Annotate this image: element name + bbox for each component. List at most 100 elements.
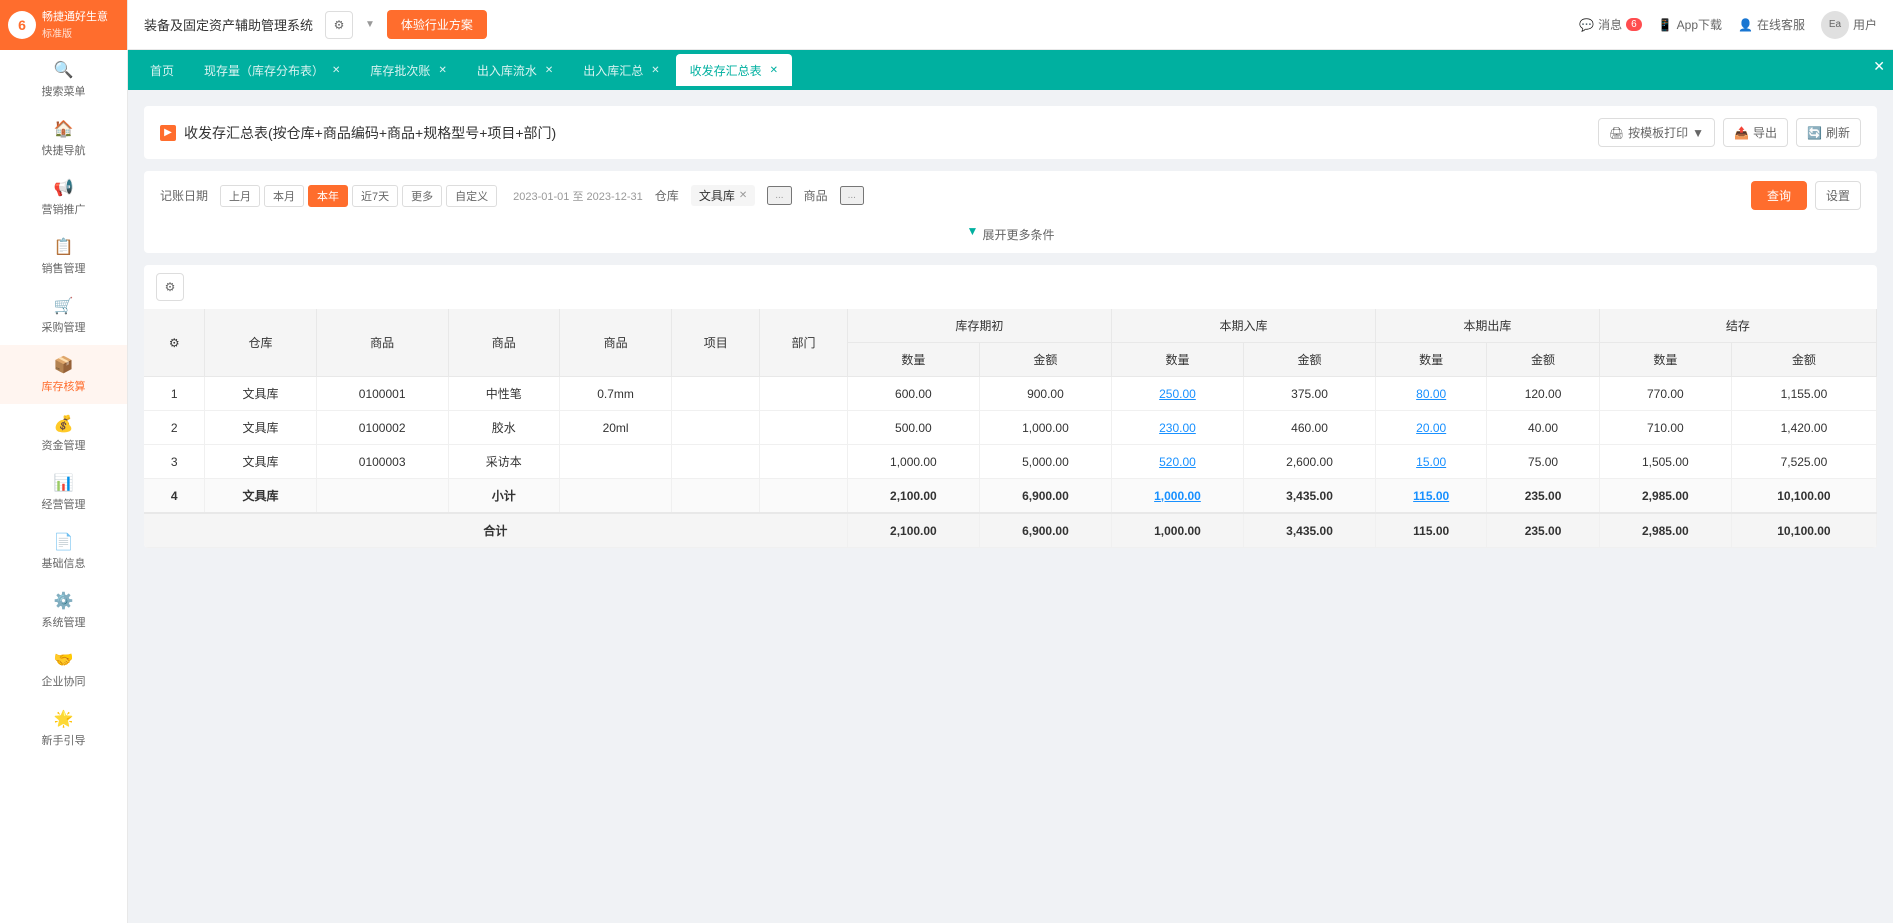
user-label: 用户 <box>1853 16 1877 33</box>
tab-stock-dist-close[interactable]: ✕ <box>332 65 340 76</box>
date-btn-7days[interactable]: 近7天 <box>352 185 398 207</box>
cell-spec: 0.7mm <box>559 377 671 411</box>
tab-inout-summary-close[interactable]: ✕ <box>651 65 659 76</box>
tab-batch-close[interactable]: ✕ <box>438 65 446 76</box>
cell-index: 4 <box>144 479 205 514</box>
total-in-qty: 1,000.00 <box>1111 513 1243 548</box>
dropdown-arrow-icon: ▼ <box>365 19 375 30</box>
sidebar-item-enterprise[interactable]: 🤝 企业协同 <box>0 640 127 699</box>
date-btn-custom[interactable]: 自定义 <box>446 185 497 207</box>
query-button[interactable]: 查询 <box>1751 181 1807 210</box>
cell-out-amt: 75.00 <box>1487 445 1600 479</box>
goods-more-button[interactable]: ... <box>840 186 864 205</box>
marketing-icon: 📢 <box>54 178 74 198</box>
cell-out-qty[interactable]: 115.00 <box>1376 479 1487 514</box>
tab-inout-flow-label: 出入库流水 <box>477 62 537 79</box>
tab-bar-close-button[interactable]: ✕ <box>1873 58 1885 75</box>
date-btn-this-month[interactable]: 本月 <box>264 185 304 207</box>
cell-project <box>672 445 760 479</box>
sidebar-item-marketing[interactable]: 📢 营销推广 <box>0 168 127 227</box>
col-project: 项目 <box>672 309 760 377</box>
service-icon: 👤 <box>1738 18 1753 32</box>
tab-batch[interactable]: 库存批次账 ✕ <box>356 54 460 86</box>
cell-closing-amt: 1,155.00 <box>1731 377 1876 411</box>
message-button[interactable]: 💬 消息 6 <box>1579 16 1642 33</box>
col-group-out: 本期出库 <box>1376 309 1600 343</box>
cell-opening-amt: 900.00 <box>979 377 1111 411</box>
sidebar-item-base[interactable]: 📄 基础信息 <box>0 522 127 581</box>
table-settings-button[interactable]: ⚙ <box>156 273 184 301</box>
user-button[interactable]: Ea 用户 <box>1821 11 1877 39</box>
print-dropdown-icon: ▼ <box>1692 126 1704 140</box>
main-area: 装备及固定资产辅助管理系统 ⚙ ▼ 体验行业方案 💬 消息 6 📱 App下载 … <box>128 0 1893 923</box>
total-row: 合计 2,100.00 6,900.00 1,000.00 3,435.00 1… <box>144 513 1877 548</box>
sidebar-item-quick-nav[interactable]: 🏠 快捷导航 <box>0 109 127 168</box>
tab-inout-summary[interactable]: 出入库汇总 ✕ <box>569 54 673 86</box>
refresh-label: 刷新 <box>1826 124 1850 141</box>
data-table-container: ⚙ ⚙ 仓库 商品 商品 商品 项目 部门 库存期初 本期入库 本期出库 <box>144 265 1877 548</box>
base-icon: 📄 <box>54 532 74 552</box>
cell-closing-qty: 710.00 <box>1599 411 1731 445</box>
tab-receive-summary-label: 收发存汇总表 <box>690 62 762 79</box>
cell-opening-amt: 1,000.00 <box>979 411 1111 445</box>
cell-project <box>672 479 760 514</box>
tab-home[interactable]: 首页 <box>136 54 188 86</box>
col-group-opening: 库存期初 <box>847 309 1111 343</box>
page-actions: 🖨 按模板打印 ▼ 📤 导出 🔄 刷新 <box>1598 118 1861 147</box>
expand-icon[interactable]: ▶ <box>160 125 176 141</box>
col-opening-qty: 数量 <box>847 343 979 377</box>
date-btn-more[interactable]: 更多 <box>402 185 442 207</box>
sidebar-item-sales[interactable]: 📋 销售管理 <box>0 227 127 286</box>
date-btn-last-month[interactable]: 上月 <box>220 185 260 207</box>
sidebar-item-finance[interactable]: 💰 资金管理 <box>0 404 127 463</box>
expand-conditions-button[interactable]: 展开更多条件 <box>982 226 1054 243</box>
cell-out-qty[interactable]: 80.00 <box>1376 377 1487 411</box>
app-download-button[interactable]: 📱 App下载 <box>1658 16 1722 33</box>
col-in-amt: 金额 <box>1244 343 1376 377</box>
col-code: 商品 <box>316 309 448 377</box>
sidebar-item-search[interactable]: 🔍 搜索菜单 <box>0 50 127 109</box>
export-button[interactable]: 📤 导出 <box>1723 118 1788 147</box>
cell-project <box>672 377 760 411</box>
cell-out-qty[interactable]: 15.00 <box>1376 445 1487 479</box>
tab-inout-flow[interactable]: 出入库流水 ✕ <box>463 54 567 86</box>
cell-in-qty[interactable]: 230.00 <box>1111 411 1243 445</box>
page-content: ▶ 收发存汇总表(按仓库+商品编码+商品+规格型号+项目+部门) 🖨 按模板打印… <box>128 90 1893 923</box>
logo-icon: 6 <box>8 11 36 39</box>
sidebar-item-label-enterprise: 企业协同 <box>42 673 86 689</box>
print-button[interactable]: 🖨 按模板打印 ▼ <box>1598 118 1715 147</box>
cell-in-amt: 2,600.00 <box>1244 445 1376 479</box>
settings-button[interactable]: ⚙ <box>325 11 353 39</box>
tab-stock-dist[interactable]: 现存量（库存分布表） ✕ <box>190 54 354 86</box>
date-filter-label: 记账日期 <box>160 187 208 204</box>
download-icon: 📱 <box>1658 18 1673 32</box>
cell-in-qty[interactable]: 250.00 <box>1111 377 1243 411</box>
sidebar-item-purchase[interactable]: 🛒 采购管理 <box>0 286 127 345</box>
cell-warehouse: 文具库 <box>205 411 316 445</box>
cell-out-amt: 120.00 <box>1487 377 1600 411</box>
cell-warehouse: 文具库 <box>205 479 316 514</box>
tab-receive-summary-close[interactable]: ✕ <box>770 65 778 76</box>
warehouse-tag: 文具库 ✕ <box>691 185 755 206</box>
tab-inout-flow-close[interactable]: ✕ <box>545 65 553 76</box>
refresh-button[interactable]: 🔄 刷新 <box>1796 118 1861 147</box>
sidebar-item-label-marketing: 营销推广 <box>42 201 86 217</box>
warehouse-more-button[interactable]: ... <box>767 186 791 205</box>
filter-settings-button[interactable]: 设置 <box>1815 181 1861 210</box>
try-industry-button[interactable]: 体验行业方案 <box>387 10 487 39</box>
sidebar-item-system[interactable]: ⚙️ 系统管理 <box>0 581 127 640</box>
sidebar-item-label-system: 系统管理 <box>42 614 86 630</box>
cell-in-qty[interactable]: 520.00 <box>1111 445 1243 479</box>
online-service-button[interactable]: 👤 在线客服 <box>1738 16 1805 33</box>
sidebar-item-inventory[interactable]: 📦 库存核算 <box>0 345 127 404</box>
cell-in-qty[interactable]: 1,000.00 <box>1111 479 1243 514</box>
warehouse-tag-close[interactable]: ✕ <box>739 190 747 201</box>
cell-name: 中性笔 <box>448 377 559 411</box>
sidebar-item-operation[interactable]: 📊 经营管理 <box>0 463 127 522</box>
cell-out-qty[interactable]: 20.00 <box>1376 411 1487 445</box>
sidebar-item-guide[interactable]: 🌟 新手引导 <box>0 699 127 758</box>
date-btn-this-year[interactable]: 本年 <box>308 185 348 207</box>
tab-receive-summary[interactable]: 收发存汇总表 ✕ <box>676 54 792 86</box>
cell-code: 0100003 <box>316 445 448 479</box>
total-label: 合计 <box>144 513 847 548</box>
